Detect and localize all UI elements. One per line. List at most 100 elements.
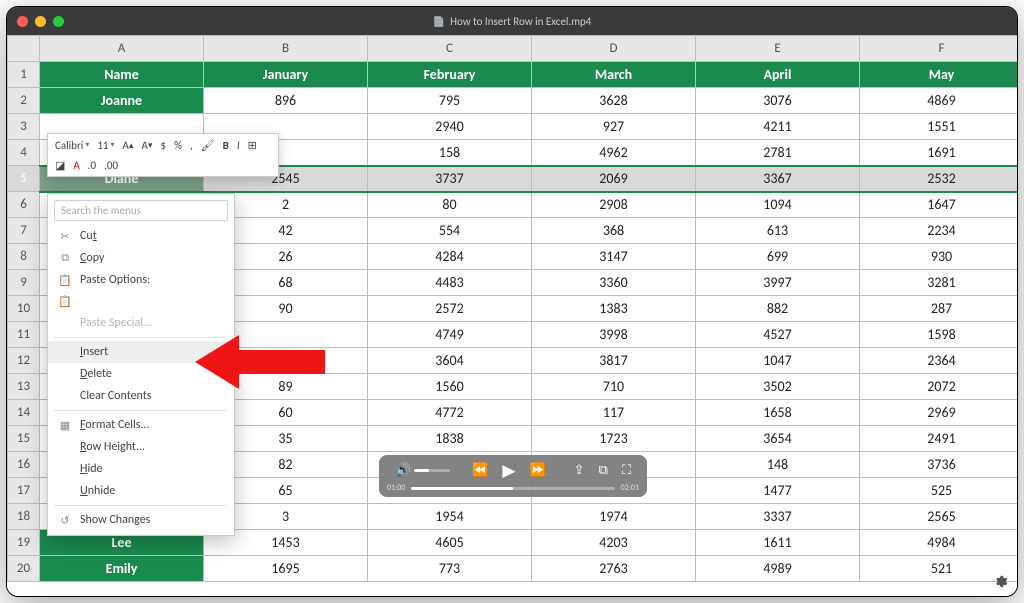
menu-search-input[interactable]: Search the menus bbox=[54, 200, 228, 221]
cell[interactable]: 1658 bbox=[696, 400, 860, 426]
cell[interactable]: 896 bbox=[204, 88, 368, 114]
cell[interactable]: 1551 bbox=[860, 114, 1018, 140]
cell[interactable]: 3604 bbox=[368, 348, 532, 374]
cell[interactable]: 2069 bbox=[532, 166, 696, 192]
row-number[interactable]: 20 bbox=[8, 556, 40, 582]
row-number[interactable]: 9 bbox=[8, 270, 40, 296]
menu-item-copy[interactable]: ⧉Copy bbox=[48, 247, 234, 269]
cell[interactable]: 2491 bbox=[860, 426, 1018, 452]
cell[interactable]: 1954 bbox=[368, 504, 532, 530]
cell[interactable]: 1691 bbox=[860, 140, 1018, 166]
cell[interactable]: 4749 bbox=[368, 322, 532, 348]
menu-item-unhide[interactable]: Unhide bbox=[48, 480, 234, 502]
cell[interactable]: 4527 bbox=[696, 322, 860, 348]
cell[interactable]: 1695 bbox=[204, 556, 368, 582]
cell[interactable]: 80 bbox=[368, 192, 532, 218]
cell[interactable]: 3998 bbox=[532, 322, 696, 348]
cell[interactable]: 4962 bbox=[532, 140, 696, 166]
cell[interactable]: 287 bbox=[860, 296, 1018, 322]
row-number[interactable]: 13 bbox=[8, 374, 40, 400]
row-number[interactable]: 10 bbox=[8, 296, 40, 322]
row-number[interactable]: 8 bbox=[8, 244, 40, 270]
cell[interactable]: 3502 bbox=[696, 374, 860, 400]
cell[interactable]: 1094 bbox=[696, 192, 860, 218]
share-icon[interactable]: ⇪ bbox=[574, 463, 585, 478]
menu-item-show-changes[interactable]: ↺Show Changes bbox=[48, 509, 234, 531]
select-all[interactable] bbox=[8, 36, 40, 62]
row-number[interactable]: 4 bbox=[8, 140, 40, 166]
cell[interactable]: 773 bbox=[368, 556, 532, 582]
cell[interactable]: 2364 bbox=[860, 348, 1018, 374]
col-header[interactable]: F bbox=[860, 36, 1018, 62]
cell[interactable]: 4869 bbox=[860, 88, 1018, 114]
fill-color-icon[interactable]: ◪ bbox=[52, 158, 68, 173]
cell[interactable]: 2781 bbox=[696, 140, 860, 166]
cell[interactable]: 4211 bbox=[696, 114, 860, 140]
cell[interactable]: 4483 bbox=[368, 270, 532, 296]
cell[interactable]: 3997 bbox=[696, 270, 860, 296]
cell[interactable]: 1560 bbox=[368, 374, 532, 400]
rewind-icon[interactable]: ⏪ bbox=[472, 463, 488, 478]
cell[interactable]: 1611 bbox=[696, 530, 860, 556]
volume-control[interactable]: 🔊 bbox=[395, 463, 450, 478]
zoom-icon[interactable] bbox=[53, 16, 64, 27]
table-row[interactable]: 20Emily169577327634989521 bbox=[8, 556, 1018, 582]
cell[interactable]: 117 bbox=[532, 400, 696, 426]
row-number[interactable]: 11 bbox=[8, 322, 40, 348]
italic-button[interactable]: I bbox=[234, 138, 243, 153]
video-controls[interactable]: 🔊 ⏪ ▶ ⏩ ⇪ ⧉ ⛶ 01:00 02:01 bbox=[379, 455, 647, 497]
percent-icon[interactable]: % bbox=[171, 138, 185, 153]
font-family-dropdown[interactable]: Calibri bbox=[52, 138, 92, 153]
row-number[interactable]: 2 bbox=[8, 88, 40, 114]
cell[interactable]: Joanne bbox=[40, 88, 204, 114]
row-number[interactable]: 1 bbox=[8, 62, 40, 88]
cell[interactable]: March bbox=[532, 62, 696, 88]
decrease-decimal-icon[interactable]: .0 bbox=[85, 158, 99, 173]
cell[interactable]: 3367 bbox=[696, 166, 860, 192]
cell[interactable]: 1477 bbox=[696, 478, 860, 504]
cell[interactable]: 4772 bbox=[368, 400, 532, 426]
cell[interactable]: 3360 bbox=[532, 270, 696, 296]
cell[interactable]: February bbox=[368, 62, 532, 88]
cell[interactable]: Emily bbox=[40, 556, 204, 582]
cell[interactable]: 1598 bbox=[860, 322, 1018, 348]
menu-item-cut[interactable]: ✂Cut bbox=[48, 225, 234, 247]
increase-font-icon[interactable]: A▴ bbox=[120, 138, 137, 153]
col-header[interactable]: C bbox=[368, 36, 532, 62]
font-size-dropdown[interactable]: 11 bbox=[94, 138, 117, 153]
cell[interactable]: 3281 bbox=[860, 270, 1018, 296]
pip-icon[interactable]: ⧉ bbox=[599, 463, 608, 478]
row-number[interactable]: 5 bbox=[8, 166, 40, 192]
cell[interactable]: 4284 bbox=[368, 244, 532, 270]
cell[interactable]: April bbox=[696, 62, 860, 88]
cell[interactable]: 1723 bbox=[532, 426, 696, 452]
row-number[interactable]: 12 bbox=[8, 348, 40, 374]
cell[interactable]: 3076 bbox=[696, 88, 860, 114]
table-row[interactable]: 2Joanne896795362830764869 bbox=[8, 88, 1018, 114]
cell[interactable]: 795 bbox=[368, 88, 532, 114]
spreadsheet[interactable]: A B C D E F 1 Name January February Marc… bbox=[7, 35, 1017, 596]
row-number[interactable]: 16 bbox=[8, 452, 40, 478]
cell[interactable]: 3817 bbox=[532, 348, 696, 374]
cell[interactable]: 3654 bbox=[696, 426, 860, 452]
cell[interactable]: 613 bbox=[696, 218, 860, 244]
font-color-icon[interactable]: A bbox=[70, 158, 82, 173]
row-number[interactable]: 6 bbox=[8, 192, 40, 218]
increase-decimal-icon[interactable]: .00 bbox=[101, 158, 121, 173]
cell[interactable]: 4984 bbox=[860, 530, 1018, 556]
format-painter-icon[interactable]: 🖌 bbox=[198, 138, 218, 153]
menu-item-hide[interactable]: Hide bbox=[48, 458, 234, 480]
cell[interactable]: 4989 bbox=[696, 556, 860, 582]
fullscreen-icon[interactable]: ⛶ bbox=[622, 463, 631, 478]
cell[interactable]: 710 bbox=[532, 374, 696, 400]
row-number[interactable]: 7 bbox=[8, 218, 40, 244]
cell[interactable]: 4203 bbox=[532, 530, 696, 556]
cell[interactable]: 3736 bbox=[860, 452, 1018, 478]
cell[interactable]: 1383 bbox=[532, 296, 696, 322]
comma-icon[interactable]: , bbox=[187, 138, 196, 153]
row-number[interactable]: 17 bbox=[8, 478, 40, 504]
cell[interactable]: 148 bbox=[696, 452, 860, 478]
table-row[interactable]: 1 Name January February March April May bbox=[8, 62, 1018, 88]
gear-icon[interactable] bbox=[993, 574, 1008, 589]
cell[interactable]: 554 bbox=[368, 218, 532, 244]
